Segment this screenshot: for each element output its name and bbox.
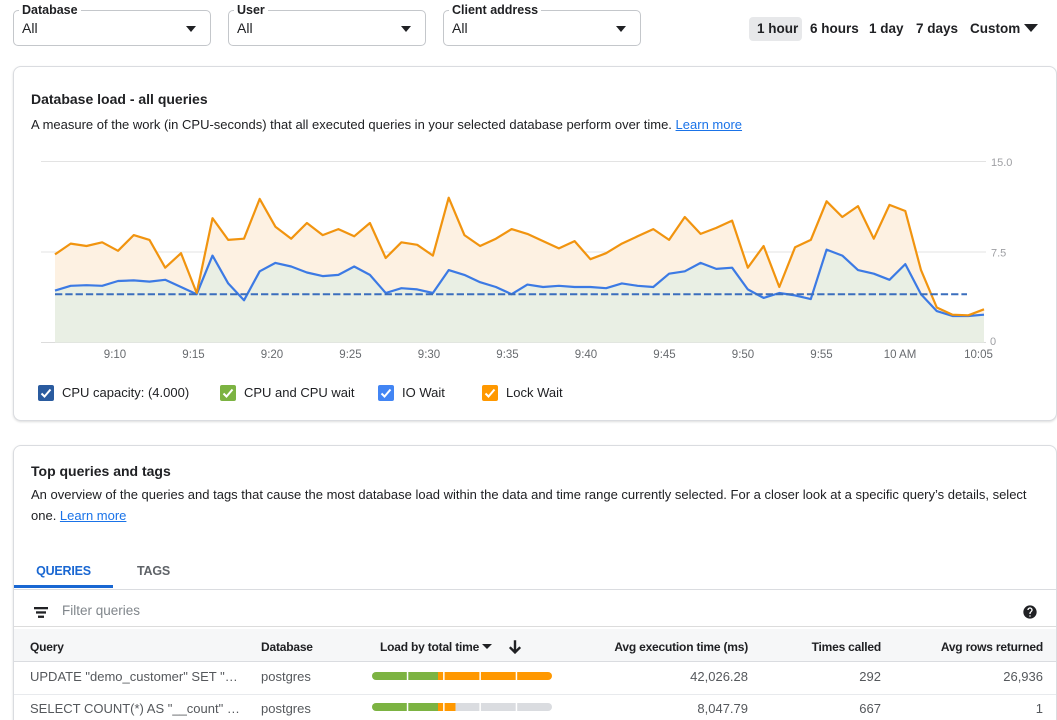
- svg-text:15.0: 15.0: [991, 157, 1012, 169]
- svg-text:9:30: 9:30: [418, 349, 440, 361]
- svg-text:9:45: 9:45: [653, 349, 675, 361]
- svg-text:9:20: 9:20: [261, 349, 283, 361]
- svg-text:7.5: 7.5: [991, 248, 1006, 260]
- svg-text:9:25: 9:25: [339, 349, 361, 361]
- svg-text:0: 0: [990, 336, 996, 348]
- svg-text:9:35: 9:35: [496, 349, 518, 361]
- svg-text:10 AM: 10 AM: [884, 349, 917, 361]
- svg-text:9:40: 9:40: [575, 349, 597, 361]
- svg-text:9:55: 9:55: [810, 349, 832, 361]
- svg-text:9:10: 9:10: [104, 349, 126, 361]
- svg-text:9:50: 9:50: [732, 349, 754, 361]
- svg-text:9:15: 9:15: [182, 349, 204, 361]
- svg-text:10:05: 10:05: [964, 349, 993, 361]
